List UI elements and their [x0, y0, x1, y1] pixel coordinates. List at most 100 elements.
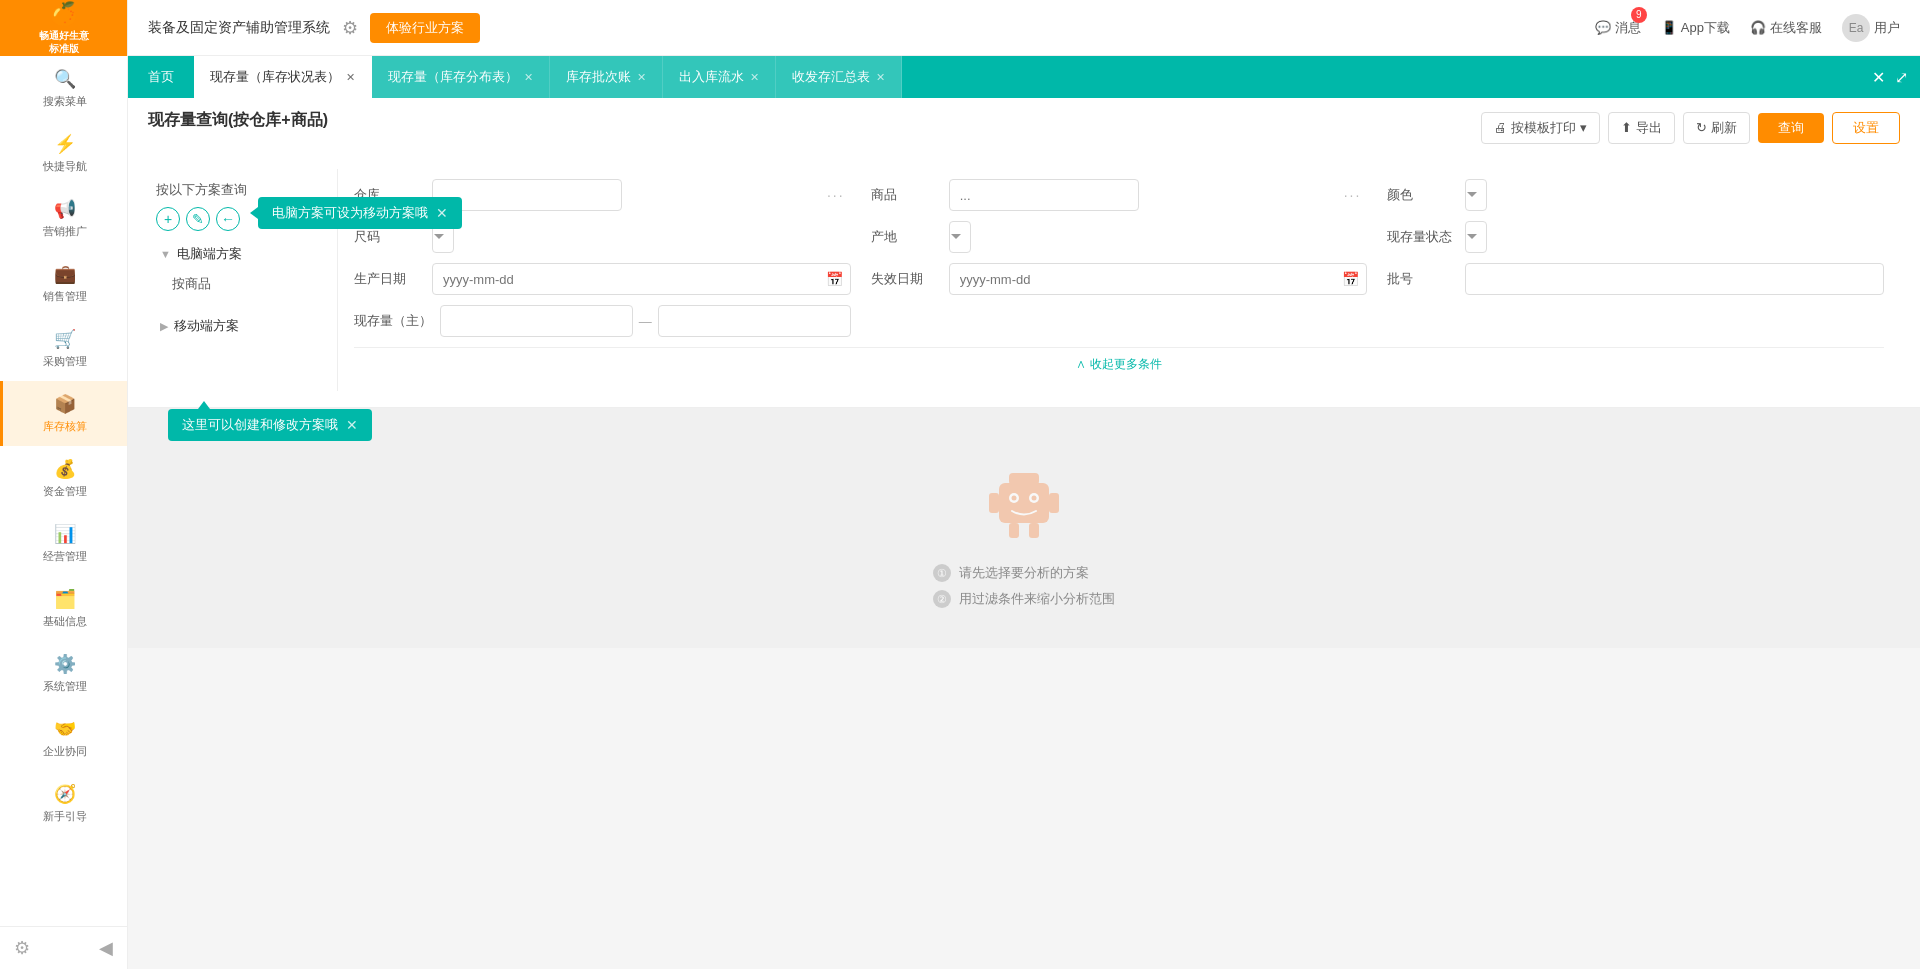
- tab-batch-ledger[interactable]: 库存批次账 ✕: [550, 56, 663, 98]
- tooltip-text: 电脑方案可设为移动方案哦: [272, 204, 428, 222]
- prod-date-group: 生产日期 📅: [354, 263, 851, 295]
- tab-label: 出入库流水: [679, 68, 744, 86]
- goods-label: 商品: [871, 186, 941, 204]
- stock-main-range: —: [440, 305, 851, 337]
- scheme-item-by-goods[interactable]: 按商品: [148, 269, 337, 299]
- headset-icon: 🎧: [1750, 20, 1766, 35]
- svg-rect-8: [1049, 493, 1059, 513]
- app-name: 装备及固定资产辅助管理系统: [148, 19, 330, 37]
- warehouse-more-icon[interactable]: ···: [827, 187, 845, 203]
- logo-icon: 🍊: [50, 1, 77, 27]
- sidebar-item-operations[interactable]: 📊 经营管理: [0, 511, 127, 576]
- sidebar-item-enterprise[interactable]: 🤝 企业协同: [0, 706, 127, 771]
- svg-rect-10: [1029, 523, 1039, 538]
- origin-select[interactable]: [949, 221, 971, 253]
- svg-rect-9: [1009, 523, 1019, 538]
- settings-bottom-icon[interactable]: ⚙: [14, 937, 30, 959]
- tab-close-icon[interactable]: ✕: [524, 71, 533, 84]
- sidebar-item-label: 系统管理: [43, 679, 87, 694]
- sidebar-item-purchase[interactable]: 🛒 采购管理: [0, 316, 127, 381]
- sidebar-item-quick[interactable]: ⚡ 快捷导航: [0, 121, 127, 186]
- edit-scheme-button[interactable]: ✎: [186, 207, 210, 231]
- sidebar-item-label: 采购管理: [43, 354, 87, 369]
- create-tooltip-close-icon[interactable]: ✕: [346, 417, 358, 433]
- prod-date-input[interactable]: [432, 263, 851, 295]
- svg-point-5: [1012, 496, 1017, 501]
- tab-close-icon[interactable]: ✕: [876, 71, 885, 84]
- guide-icon: 🧭: [54, 783, 76, 805]
- stock-main-max-input[interactable]: [658, 305, 851, 337]
- expire-date-label: 失效日期: [871, 270, 941, 288]
- expire-date-input[interactable]: [949, 263, 1368, 295]
- header-settings-icon[interactable]: ⚙: [342, 17, 358, 39]
- origin-label: 产地: [871, 228, 941, 246]
- messages-item[interactable]: 💬 9 消息: [1595, 19, 1641, 37]
- tab-label: 收发存汇总表: [792, 68, 870, 86]
- sidebar-item-label: 营销推广: [43, 224, 87, 239]
- print-button[interactable]: 🖨 按模板打印 ▾: [1481, 112, 1600, 144]
- inventory-icon: 📦: [54, 393, 76, 415]
- tab-close-icon[interactable]: ✕: [637, 71, 646, 84]
- sidebar-item-search[interactable]: 🔍 搜索菜单: [0, 56, 127, 121]
- goods-more-icon[interactable]: ···: [1344, 187, 1362, 203]
- batch-input[interactable]: [1465, 263, 1884, 295]
- form-row-1: 仓库 ··· 商品 ···: [354, 179, 1884, 211]
- cta-button[interactable]: 体验行业方案: [370, 13, 480, 43]
- origin-group: 产地: [871, 221, 1368, 253]
- stock-status-group: 现存量状态: [1387, 221, 1884, 253]
- tab-inventory-status[interactable]: 现存量（库存状况表） ✕: [194, 56, 372, 98]
- tab-expand-icon[interactable]: ⤢: [1895, 68, 1908, 87]
- sidebar-item-system[interactable]: ⚙️ 系统管理: [0, 641, 127, 706]
- sidebar-item-inventory[interactable]: 📦 库存核算: [0, 381, 127, 446]
- section-arrow-icon: ▶: [160, 320, 168, 333]
- export-button[interactable]: ⬆ 导出: [1608, 112, 1675, 144]
- tab-close-icon[interactable]: ✕: [750, 71, 759, 84]
- tooltip-close-icon[interactable]: ✕: [436, 205, 448, 221]
- color-select-wrapper: [1465, 179, 1884, 211]
- tab-close-all-icon[interactable]: ✕: [1872, 68, 1885, 87]
- goods-input[interactable]: [949, 179, 1139, 211]
- query-section: 按以下方案查询 + ✎ ← 电脑方案可设为移动方案哦 ✕: [128, 153, 1920, 408]
- sidebar-item-guide[interactable]: 🧭 新手引导: [0, 771, 127, 836]
- settings-button[interactable]: 设置: [1832, 112, 1900, 144]
- tab-home[interactable]: 首页: [128, 56, 194, 98]
- sidebar-item-finance[interactable]: 💰 资金管理: [0, 446, 127, 511]
- message-badge: 9: [1631, 7, 1647, 23]
- add-scheme-button[interactable]: +: [156, 207, 180, 231]
- refresh-button[interactable]: ↻ 刷新: [1683, 112, 1750, 144]
- stock-status-select[interactable]: [1465, 221, 1487, 253]
- tab-inout-flow[interactable]: 出入库流水 ✕: [663, 56, 776, 98]
- query-label: 按以下方案查询: [156, 181, 247, 199]
- tab-label: 现存量（库存分布表）: [388, 68, 518, 86]
- mobile-scheme-section[interactable]: ▶ 移动端方案: [148, 311, 337, 341]
- stock-main-label: 现存量（主）: [354, 312, 432, 330]
- finance-icon: 💰: [54, 458, 76, 480]
- stock-main-min-input[interactable]: [440, 305, 633, 337]
- sidebar-item-label: 销售管理: [43, 289, 87, 304]
- tab-inventory-dist[interactable]: 现存量（库存分布表） ✕: [372, 56, 550, 98]
- hint-num-1: ①: [933, 564, 951, 582]
- tab-home-label: 首页: [148, 68, 174, 86]
- query-button[interactable]: 查询: [1758, 113, 1824, 143]
- tab-close-icon[interactable]: ✕: [346, 71, 355, 84]
- purchase-icon: 🛒: [54, 328, 76, 350]
- sidebar-item-sales[interactable]: 💼 销售管理: [0, 251, 127, 316]
- section-arrow-icon: ▼: [160, 248, 171, 260]
- online-support-item[interactable]: 🎧 在线客服: [1750, 19, 1822, 37]
- user-item[interactable]: Ea 用户: [1842, 14, 1900, 42]
- sidebar-item-marketing[interactable]: 📢 营销推广: [0, 186, 127, 251]
- empty-hint-2: ② 用过滤条件来缩小分析范围: [933, 590, 1115, 608]
- back-scheme-button[interactable]: ←: [216, 207, 240, 231]
- app-download-item[interactable]: 📱 App下载: [1661, 19, 1730, 37]
- message-icon: 💬: [1595, 20, 1611, 35]
- collapse-sidebar-icon[interactable]: ◀: [99, 937, 113, 959]
- header-right: 💬 9 消息 📱 App下载 🎧 在线客服 Ea 用户: [1595, 14, 1900, 42]
- sidebar-item-basic[interactable]: 🗂️ 基础信息: [0, 576, 127, 641]
- tab-receive-summary[interactable]: 收发存汇总表 ✕: [776, 56, 902, 98]
- basic-icon: 🗂️: [54, 588, 76, 610]
- goods-select-wrapper: ···: [949, 179, 1368, 211]
- collapse-bar[interactable]: ∧ 收起更多条件: [354, 347, 1884, 381]
- color-select[interactable]: [1465, 179, 1487, 211]
- goods-group: 商品 ···: [871, 179, 1368, 211]
- pc-scheme-section[interactable]: ▼ 电脑端方案: [148, 239, 337, 269]
